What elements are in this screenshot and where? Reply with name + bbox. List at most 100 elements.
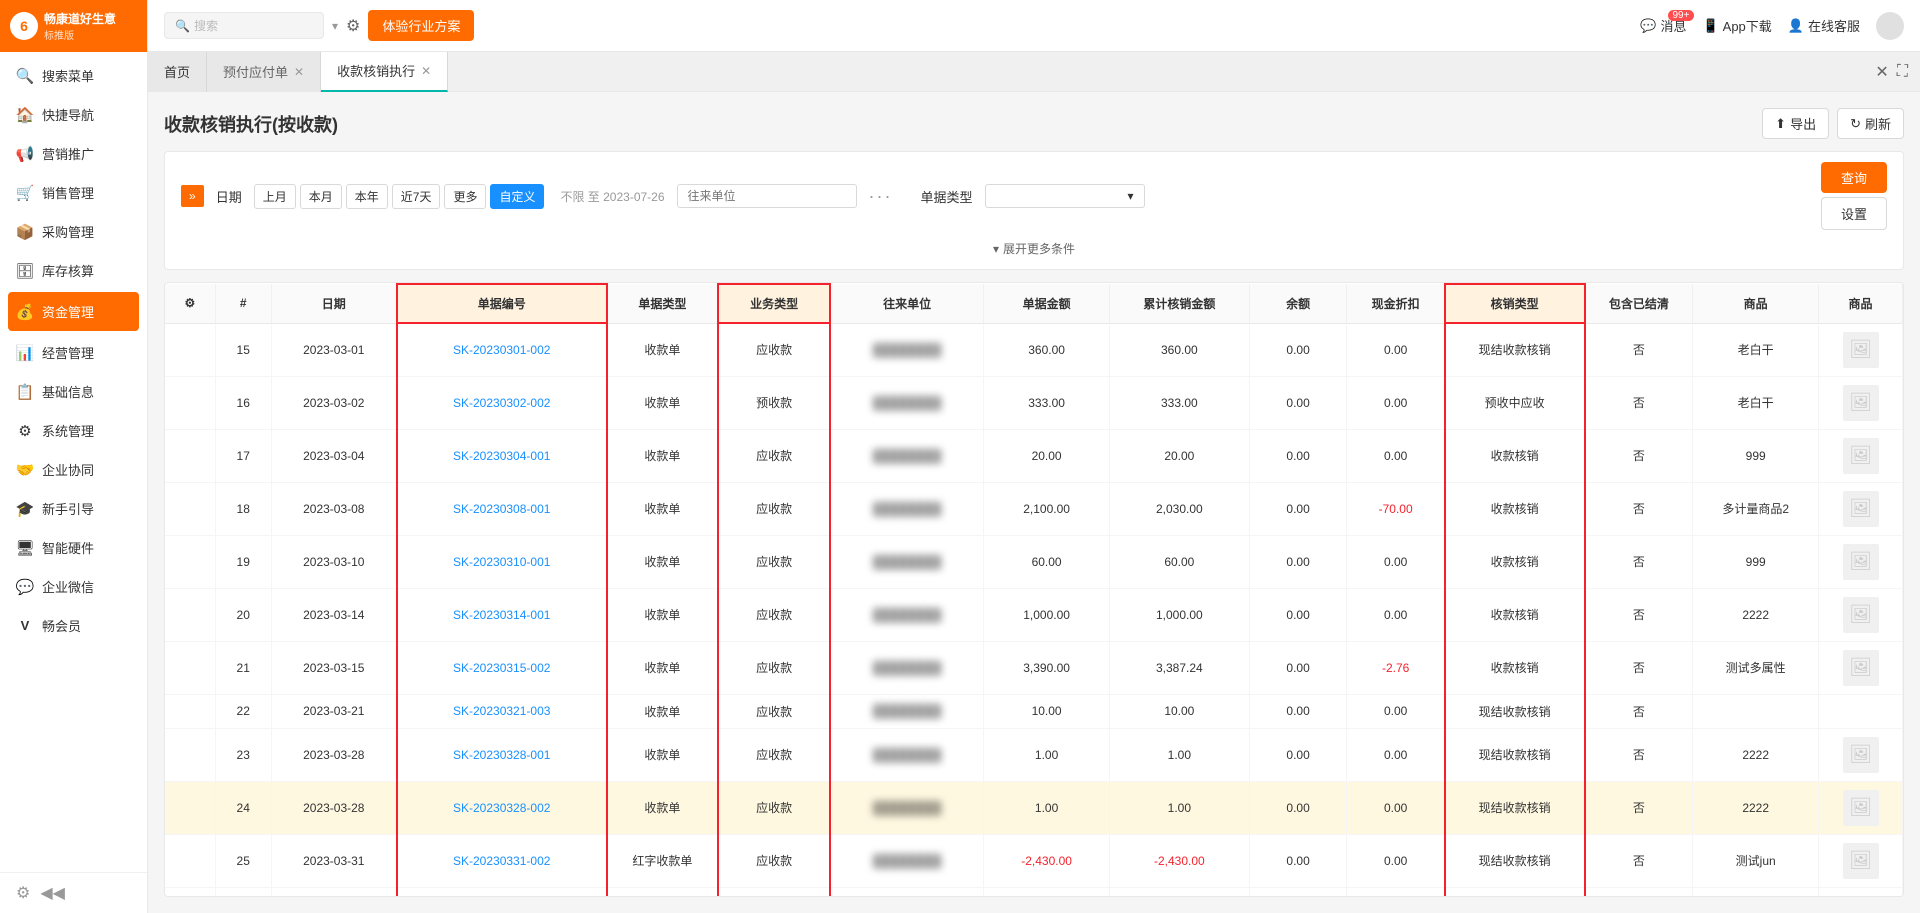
cell-date: 2023-03-10: [271, 535, 397, 588]
cell-settings: [165, 641, 215, 694]
cell-goods-img: 🖼: [1819, 887, 1903, 897]
topbar-gear-icon[interactable]: ⚙: [346, 16, 360, 36]
expand-conditions-row[interactable]: ▾ 展开更多条件: [181, 238, 1887, 259]
cell-no[interactable]: SK-20230301-002: [397, 323, 607, 376]
cell-unit: ████████: [830, 376, 984, 429]
sidebar-item-shortcut[interactable]: 🏠 快捷导航: [0, 95, 147, 134]
filter-unit-input[interactable]: [677, 184, 857, 208]
cell-cum-amount: 1.00: [1109, 781, 1249, 834]
cell-cancel-type: 收款核销: [1445, 588, 1585, 641]
sidebar-item-hardware[interactable]: 🖥 智能硬件: [0, 528, 147, 567]
filter-this-year-btn[interactable]: 本年: [346, 184, 388, 209]
sidebar-item-finance[interactable]: 💰 资金管理: [8, 292, 139, 331]
tab-bar: 首页 预付应付单 ✕ 收款核销执行 ✕ ✕ ⛶: [148, 52, 1920, 92]
cell-index: 17: [215, 429, 271, 482]
sidebar-collapse-icon[interactable]: ◀◀: [40, 883, 65, 903]
table-row: 26 2023-04-03 SK-20230403-002 收款单 预收款 ██…: [165, 887, 1903, 897]
cell-index: 24: [215, 781, 271, 834]
cell-unit: ████████: [830, 887, 984, 897]
cell-goods-img: 🖼: [1819, 781, 1903, 834]
cell-no[interactable]: SK-20230321-003: [397, 694, 607, 728]
sidebar-item-sales[interactable]: 🛒 销售管理: [0, 173, 147, 212]
cell-cum-amount: 20.00: [1109, 429, 1249, 482]
filter-bar: » 日期 上月 本月 本年 近7天 更多 自定义 不限 至 2023-07-26…: [164, 151, 1904, 270]
cell-no[interactable]: SK-20230308-001: [397, 482, 607, 535]
filter-this-month-btn[interactable]: 本月: [300, 184, 342, 209]
tabs-close-all-icon[interactable]: ✕: [1875, 62, 1888, 82]
export-button[interactable]: ⬆ 导出: [1762, 108, 1829, 139]
cell-discount: 0.00: [1347, 728, 1445, 781]
message-button[interactable]: 💬 消息 99+: [1640, 16, 1686, 35]
filter-last-month-btn[interactable]: 上月: [254, 184, 296, 209]
export-icon: ⬆: [1775, 116, 1786, 132]
cell-date: 2023-03-14: [271, 588, 397, 641]
th-cum-amount: 累计核销金额: [1109, 284, 1249, 323]
cell-date: 2023-03-01: [271, 323, 397, 376]
cell-balance: 0.00: [1249, 834, 1347, 887]
tab-receivable[interactable]: 预付应付单 ✕: [207, 52, 321, 92]
table-row: 17 2023-03-04 SK-20230304-001 收款单 应收款 ██…: [165, 429, 1903, 482]
cell-biztype: 应收款: [718, 834, 830, 887]
cell-doctype: 收款单: [607, 482, 719, 535]
cell-settings: [165, 834, 215, 887]
filter-more-btn[interactable]: 更多: [444, 184, 486, 209]
refresh-button[interactable]: ↻ 刷新: [1837, 108, 1904, 139]
filter-type-select[interactable]: ▾: [985, 184, 1145, 208]
table-row: 16 2023-03-02 SK-20230302-002 收款单 预收款 ██…: [165, 376, 1903, 429]
sidebar-item-system[interactable]: ⚙ 系统管理: [0, 411, 147, 450]
filter-toggle-button[interactable]: »: [181, 185, 204, 207]
tabs-expand-icon[interactable]: ⛶: [1897, 63, 1908, 81]
sidebar-item-search[interactable]: 🔍 搜索菜单: [0, 56, 147, 95]
sidebar-item-inventory[interactable]: 🗄 库存核算: [0, 251, 147, 290]
th-settings[interactable]: ⚙: [165, 284, 215, 323]
solution-button[interactable]: 体验行业方案: [368, 10, 474, 41]
avatar[interactable]: [1876, 12, 1904, 40]
cell-no[interactable]: SK-20230314-001: [397, 588, 607, 641]
cell-no[interactable]: SK-20230315-002: [397, 641, 607, 694]
online-service-button[interactable]: 👤 在线客服: [1788, 16, 1860, 35]
sidebar-settings-icon[interactable]: ⚙: [16, 883, 30, 903]
sidebar-item-corp[interactable]: 🤝 企业协同: [0, 450, 147, 489]
corp-icon: 🤝: [16, 461, 34, 479]
filter-last-7days-btn[interactable]: 近7天: [392, 184, 441, 209]
cell-incl-settled: 否: [1585, 482, 1693, 535]
cell-no[interactable]: SK-20230304-001: [397, 429, 607, 482]
page-header: 收款核销执行(按收款) ⬆ 导出 ↻ 刷新: [164, 108, 1904, 139]
app-download-button[interactable]: 📱 App下载: [1702, 16, 1771, 35]
cell-incl-settled: 否: [1585, 535, 1693, 588]
search-icon: 🔍: [16, 67, 34, 85]
cell-goods: 999: [1693, 429, 1819, 482]
sidebar-item-member[interactable]: V 畅会员: [0, 606, 147, 645]
th-discount: 现金折扣: [1347, 284, 1445, 323]
cell-no[interactable]: SK-20230310-001: [397, 535, 607, 588]
cell-no[interactable]: SK-20230331-002: [397, 834, 607, 887]
filter-date-range: 不限 至 2023-07-26: [560, 188, 664, 205]
sidebar-item-guide[interactable]: 🎓 新手引导: [0, 489, 147, 528]
cell-no[interactable]: SK-20230328-002: [397, 781, 607, 834]
sidebar-item-purchase[interactable]: 📦 采购管理: [0, 212, 147, 251]
sidebar-item-operation[interactable]: 📊 经营管理: [0, 333, 147, 372]
cell-cum-amount: 60.00: [1109, 535, 1249, 588]
tab-collection[interactable]: 收款核销执行 ✕: [321, 52, 448, 92]
search-box[interactable]: 🔍 搜索: [164, 12, 324, 39]
sidebar-item-wechat[interactable]: 💬 企业微信: [0, 567, 147, 606]
tab-collection-close-icon[interactable]: ✕: [421, 64, 431, 78]
th-goods-img: 商品: [1819, 284, 1903, 323]
cell-no[interactable]: SK-20230328-001: [397, 728, 607, 781]
query-button[interactable]: 查询: [1821, 162, 1887, 193]
filter-settings-button[interactable]: 设置: [1821, 197, 1887, 230]
filter-custom-btn[interactable]: 自定义: [490, 184, 544, 209]
basic-icon: 📋: [16, 383, 34, 401]
tab-receivable-close-icon[interactable]: ✕: [294, 65, 304, 79]
tab-home[interactable]: 首页: [148, 52, 207, 92]
cell-biztype: 应收款: [718, 535, 830, 588]
cell-unit: ████████: [830, 781, 984, 834]
sidebar-item-basic[interactable]: 📋 基础信息: [0, 372, 147, 411]
sidebar-item-marketing[interactable]: 📢 营销推广: [0, 134, 147, 173]
cell-balance: 0.00: [1249, 694, 1347, 728]
cell-goods: 999: [1693, 535, 1819, 588]
cell-no[interactable]: SK-20230403-002: [397, 887, 607, 897]
page-content: 收款核销执行(按收款) ⬆ 导出 ↻ 刷新 » 日期 上月 本月: [148, 92, 1920, 913]
cell-no[interactable]: SK-20230302-002: [397, 376, 607, 429]
cell-settings: [165, 694, 215, 728]
